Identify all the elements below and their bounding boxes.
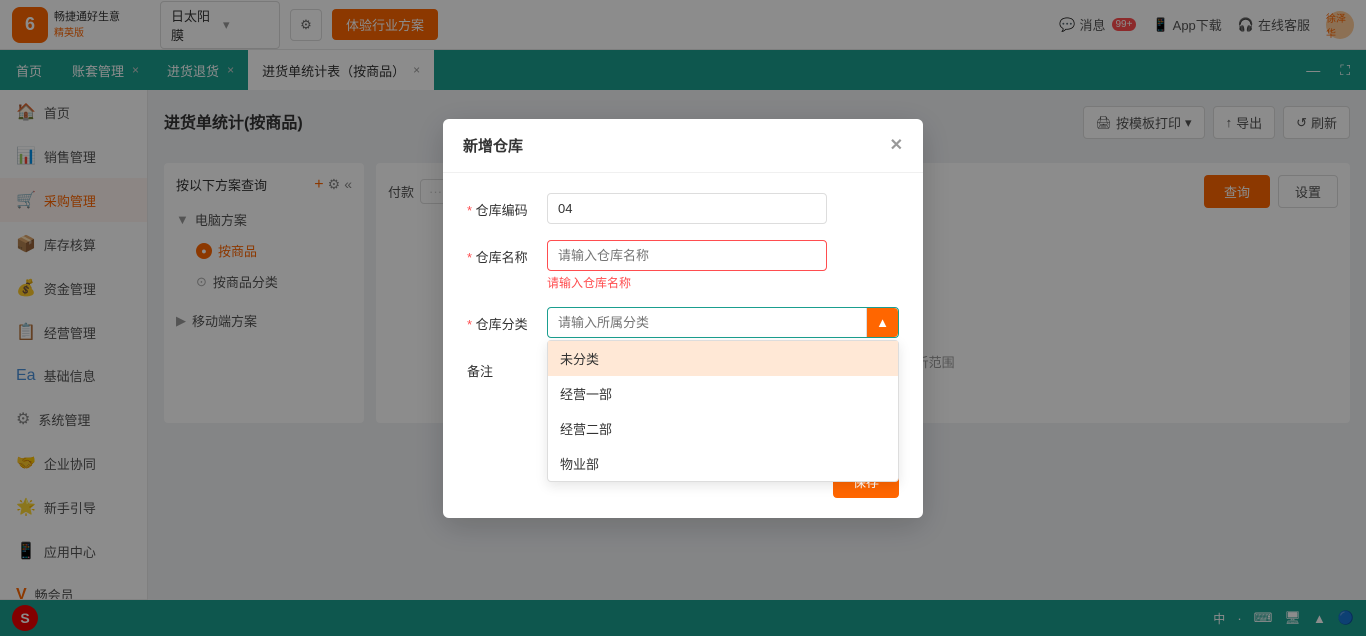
dropdown-item-ops2[interactable]: 经营二部 (548, 411, 898, 446)
warehouse-code-input-wrap (547, 193, 899, 224)
warehouse-category-select-wrap: ▲ 未分类 经营一部 经营二部 物业部 (547, 307, 899, 338)
warehouse-name-error: 请输入仓库名称 (547, 274, 899, 291)
modal-overlay: 新增仓库 ✕ 仓库编码 仓库名称 请输入仓库名称 仓库分类 (0, 0, 1366, 636)
warehouse-code-input[interactable] (547, 193, 827, 224)
warehouse-name-label: 仓库名称 (467, 240, 547, 266)
warehouse-note-label: 备注 (467, 354, 547, 380)
modal-title: 新增仓库 (463, 135, 523, 156)
category-dropdown-list: 未分类 经营一部 经营二部 物业部 (547, 340, 899, 482)
warehouse-code-field: 仓库编码 (467, 193, 899, 224)
warehouse-category-field: 仓库分类 ▲ 未分类 经营一部 经 (467, 307, 899, 338)
new-warehouse-modal: 新增仓库 ✕ 仓库编码 仓库名称 请输入仓库名称 仓库分类 (443, 119, 923, 518)
warehouse-category-label: 仓库分类 (467, 307, 547, 333)
warehouse-category-input[interactable] (547, 307, 899, 338)
chevron-up-icon: ▲ (876, 315, 889, 330)
modal-body: 仓库编码 仓库名称 请输入仓库名称 仓库分类 ▲ (443, 173, 923, 453)
modal-header: 新增仓库 ✕ (443, 119, 923, 173)
modal-close-button[interactable]: ✕ (890, 135, 903, 155)
dropdown-item-property[interactable]: 物业部 (548, 446, 898, 481)
dropdown-item-ops1[interactable]: 经营一部 (548, 376, 898, 411)
warehouse-name-input-wrap: 请输入仓库名称 (547, 240, 899, 291)
warehouse-name-input[interactable] (547, 240, 827, 271)
warehouse-name-field: 仓库名称 请输入仓库名称 (467, 240, 899, 291)
warehouse-code-label: 仓库编码 (467, 193, 547, 219)
dropdown-item-uncategorized[interactable]: 未分类 (548, 341, 898, 376)
category-dropdown-arrow-btn[interactable]: ▲ (866, 308, 898, 337)
